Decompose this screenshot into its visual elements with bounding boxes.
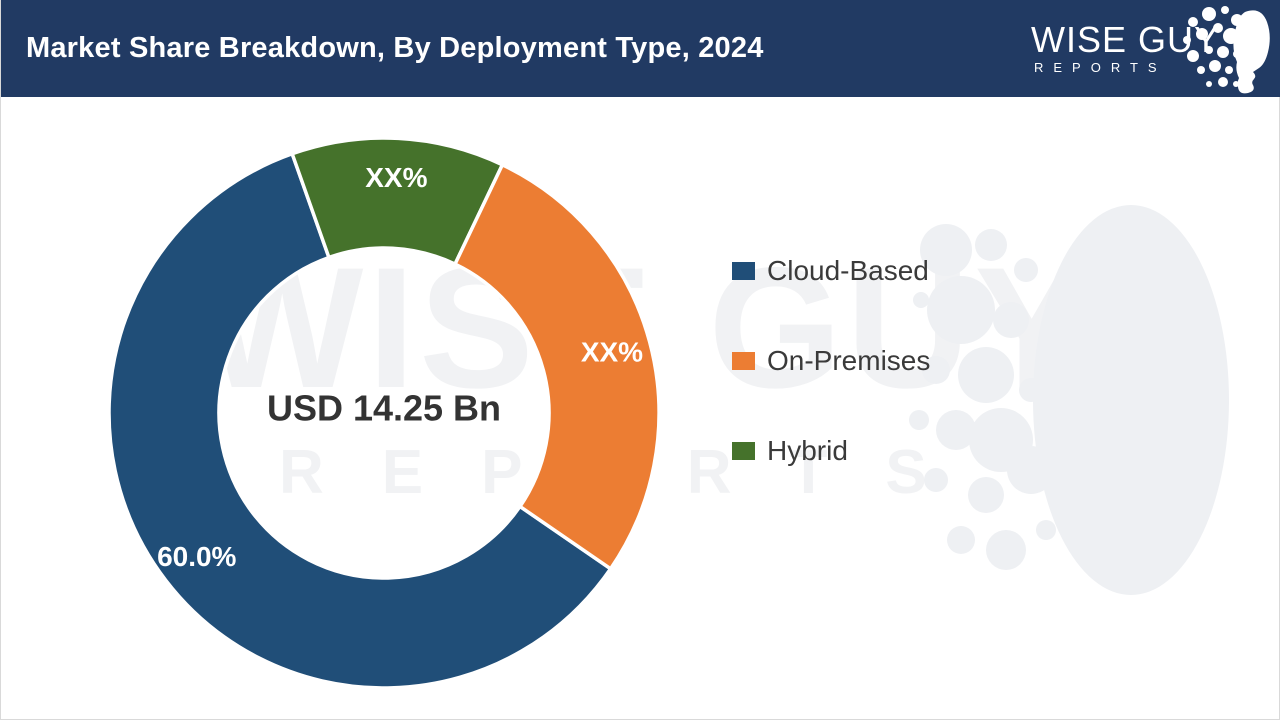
legend-label-on-premises: On-Premises [767,345,931,376]
page: Market Share Breakdown, By Deployment Ty… [0,0,1280,720]
legend-swatch-cloud-based [732,262,755,280]
legend: Cloud-Based On-Premises Hybrid [732,252,930,522]
legend-swatch-hybrid [732,442,755,460]
legend-item-on-premises: On-Premises [732,342,930,380]
segment-label: XX% [365,162,427,193]
legend-item-hybrid: Hybrid [732,432,930,470]
segment-label: 60.0% [157,541,236,572]
segment-label: XX% [581,336,643,367]
legend-swatch-on-premises [732,352,755,370]
legend-label-hybrid: Hybrid [767,435,848,466]
donut-chart: 60.0% XX% XX% USD 14.25 Bn [107,136,661,690]
legend-item-cloud-based: Cloud-Based [732,252,930,290]
donut-center-label: USD 14.25 Bn [267,388,501,429]
legend-label-cloud-based: Cloud-Based [767,255,929,286]
